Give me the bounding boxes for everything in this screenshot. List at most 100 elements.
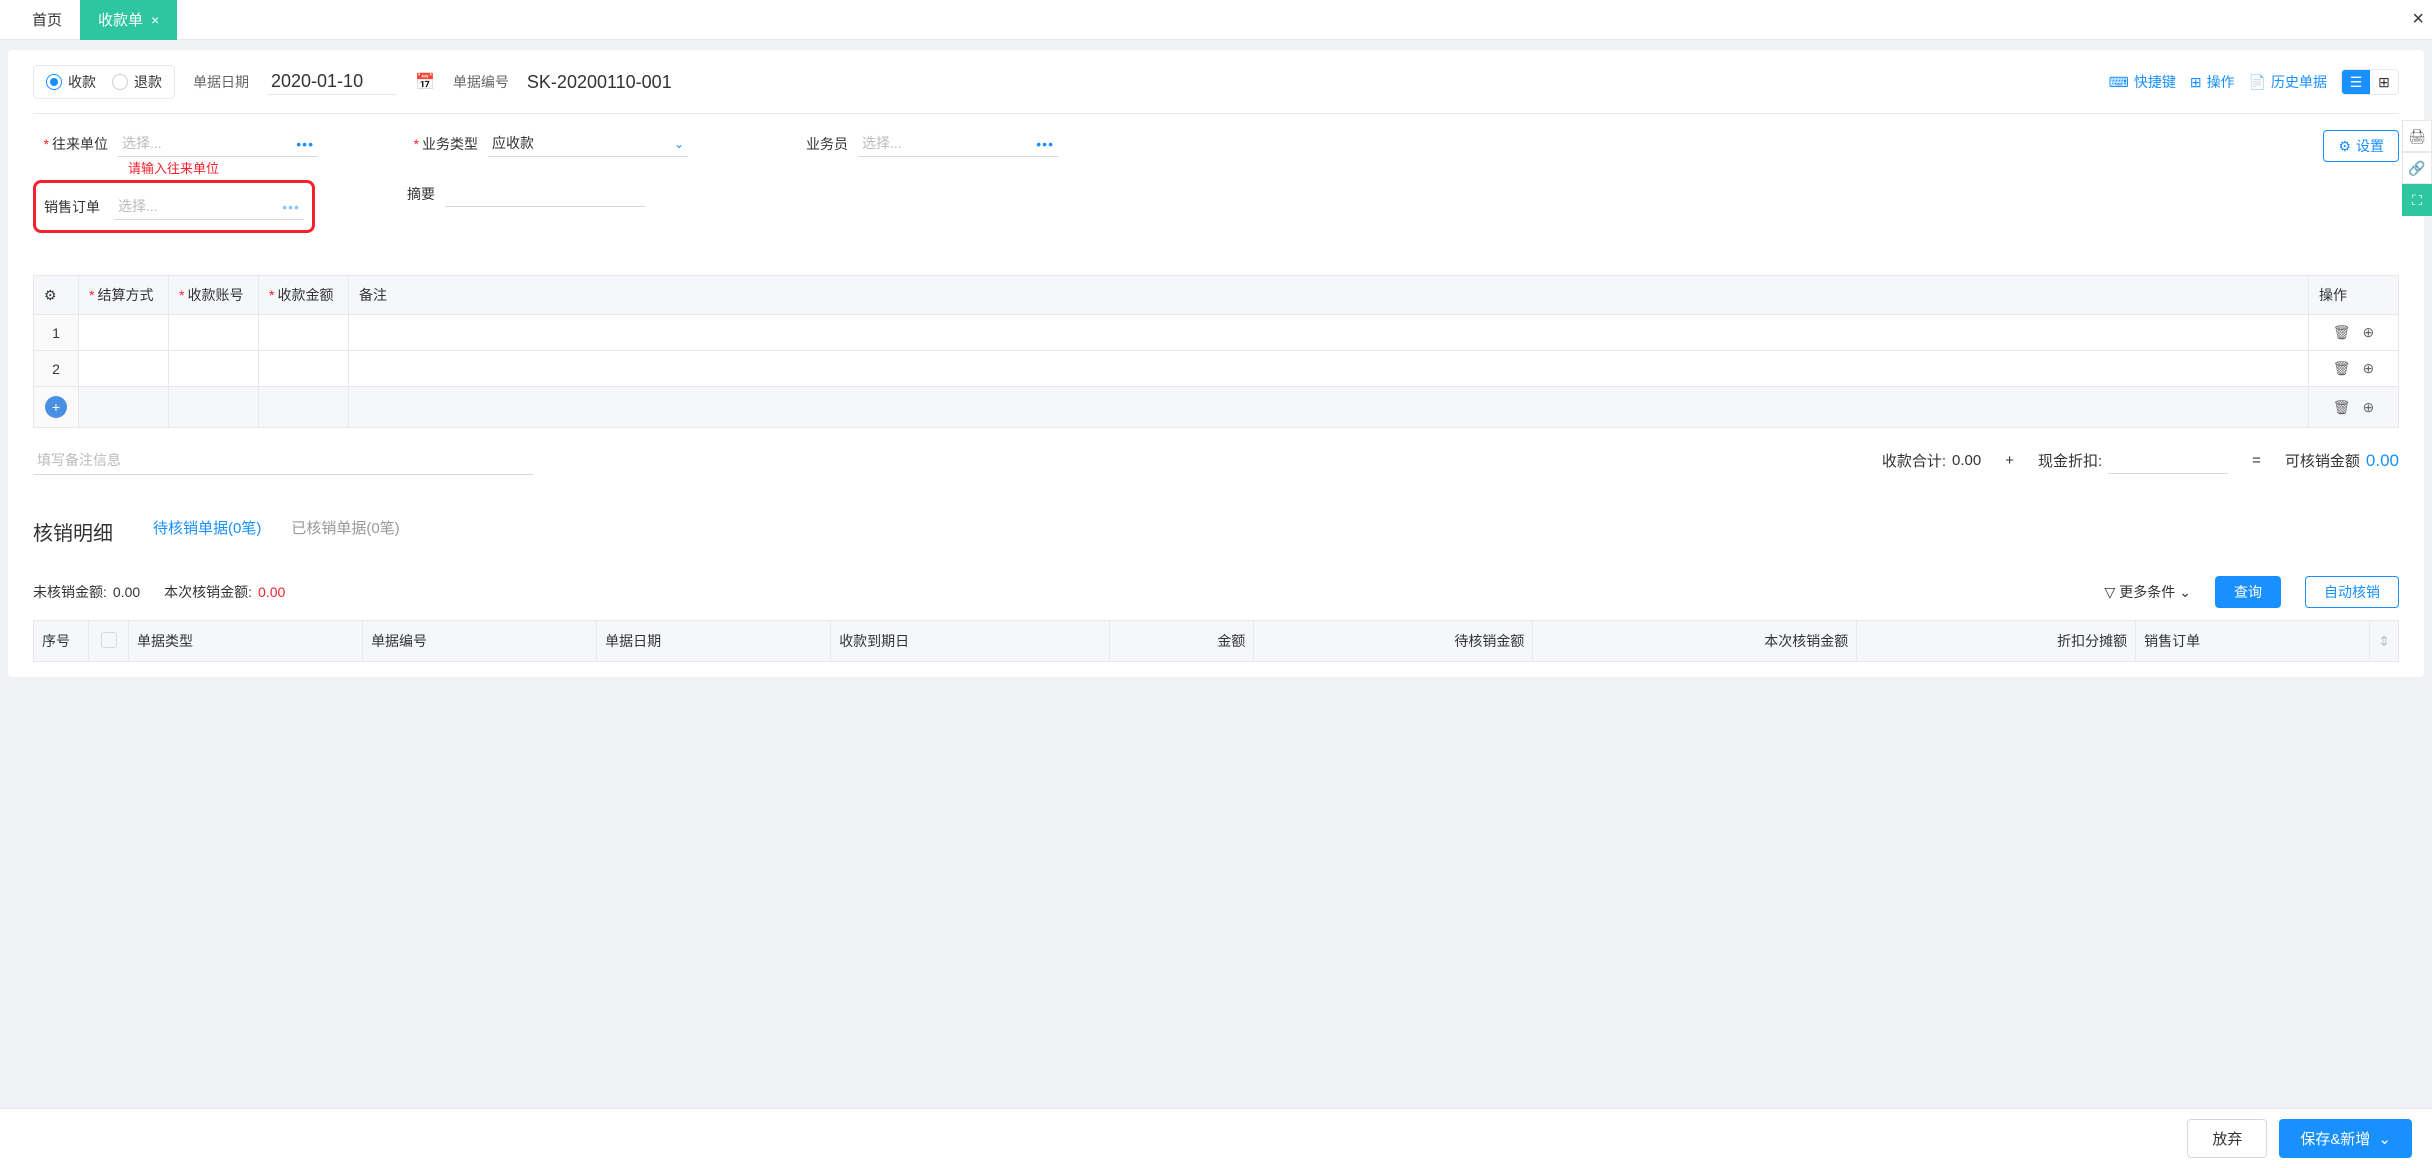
total-value: 0.00 bbox=[1952, 452, 1981, 469]
col-seq: 序号 bbox=[34, 621, 89, 662]
print-icon[interactable]: 🖨 bbox=[2402, 120, 2432, 152]
doc-date-label: 单据日期 bbox=[193, 72, 249, 92]
radio-refund[interactable]: 退款 bbox=[112, 72, 162, 92]
discount-label: 现金折扣: bbox=[2038, 450, 2102, 471]
biz-type-input[interactable] bbox=[488, 130, 688, 157]
keyboard-icon: ⌨ bbox=[2109, 74, 2129, 91]
doc-num-value: SK-20200110-001 bbox=[527, 72, 672, 93]
verify-table: 序号 单据类型 单据编号 单据日期 收款到期日 金额 待核销金额 本次核销金额 … bbox=[33, 620, 2399, 662]
expand-icon[interactable]: ⛶ bbox=[2402, 184, 2432, 216]
query-button[interactable]: 查询 bbox=[2215, 576, 2281, 608]
col-doc-date: 单据日期 bbox=[597, 621, 831, 662]
col-remark: 备注 bbox=[349, 276, 2309, 315]
remark-input[interactable] bbox=[33, 446, 533, 475]
more-icon[interactable]: ••• bbox=[296, 136, 314, 152]
footer: 放弃 保存&新增 ⌄ bbox=[0, 1108, 2432, 1168]
col-due-date: 收款到期日 bbox=[831, 621, 1110, 662]
auto-verify-button[interactable]: 自动核销 bbox=[2305, 576, 2399, 608]
summary-input[interactable] bbox=[445, 180, 645, 207]
col-action: 操作 bbox=[2309, 276, 2399, 315]
radio-icon bbox=[112, 74, 128, 90]
add-icon[interactable]: ⊕ bbox=[2362, 324, 2374, 340]
salesperson-label: 业务员 bbox=[773, 134, 858, 154]
table-row[interactable]: 1 🗑 ⊕ bbox=[34, 315, 2399, 351]
gear-icon: ⚙ bbox=[2338, 138, 2351, 155]
type-radio-group: 收款 退款 bbox=[33, 65, 175, 99]
table-row-add: + 🗑 ⊕ bbox=[34, 387, 2399, 428]
col-this-amount: 本次核销金额 bbox=[1533, 621, 1857, 662]
col-pending: 待核销金额 bbox=[1254, 621, 1533, 662]
sales-order-input[interactable] bbox=[114, 193, 304, 220]
more-icon[interactable]: ••• bbox=[282, 199, 300, 215]
col-account: 收款账号 bbox=[187, 287, 243, 303]
add-icon[interactable]: ⊕ bbox=[2362, 399, 2374, 415]
radio-receipt[interactable]: 收款 bbox=[46, 72, 96, 92]
tab-home[interactable]: 首页 bbox=[14, 0, 80, 40]
chevron-down-icon: ⌄ bbox=[2378, 1130, 2391, 1148]
sales-order-highlight: 销售订单 ••• bbox=[33, 180, 315, 233]
verify-tab-pending[interactable]: 待核销单据(0笔) bbox=[153, 517, 261, 538]
col-sales-order: 销售订单 bbox=[2136, 621, 2370, 662]
sort-icon[interactable]: ⇕ bbox=[2378, 633, 2390, 649]
shortcuts-button[interactable]: ⌨ 快捷键 bbox=[2109, 72, 2176, 92]
verify-tab-done[interactable]: 已核销单据(0笔) bbox=[291, 517, 399, 538]
header-row: 收款 退款 单据日期 2020-01-10 📅 单据编号 SK-20200110… bbox=[33, 65, 2399, 114]
discount-input[interactable] bbox=[2108, 447, 2228, 474]
col-doc-num: 单据编号 bbox=[363, 621, 597, 662]
doc-num-label: 单据编号 bbox=[453, 72, 509, 92]
table-row[interactable]: 2 🗑 ⊕ bbox=[34, 351, 2399, 387]
partner-error: 请输入往来单位 bbox=[128, 158, 219, 177]
operations-button[interactable]: ⊞ 操作 bbox=[2190, 72, 2235, 92]
salesperson-input[interactable] bbox=[858, 130, 1058, 157]
writeoff-value: 0.00 bbox=[2366, 451, 2399, 471]
view-list-button[interactable]: ☰ bbox=[2342, 70, 2370, 94]
calendar-icon[interactable]: 📅 bbox=[415, 72, 435, 92]
partner-label: *往来单位 bbox=[33, 134, 118, 154]
more-conditions[interactable]: ▽ 更多条件 ⌄ bbox=[2104, 582, 2191, 602]
add-row-button[interactable]: + bbox=[45, 396, 67, 418]
col-amount: 金额 bbox=[1110, 621, 1254, 662]
col-doc-type: 单据类型 bbox=[129, 621, 363, 662]
select-all-checkbox[interactable] bbox=[101, 632, 117, 648]
attachment-icon[interactable]: 🔗 bbox=[2402, 152, 2432, 184]
receipt-table: ⚙ *结算方式 *收款账号 *收款金额 备注 操作 1 🗑 ⊕ bbox=[33, 275, 2399, 428]
unwrite-value: 0.00 bbox=[113, 584, 140, 600]
filter-icon: ▽ bbox=[2104, 584, 2115, 601]
close-all-icon[interactable]: × bbox=[2412, 8, 2424, 31]
gear-icon[interactable]: ⚙ bbox=[44, 287, 57, 303]
chevron-down-icon[interactable]: ⌄ bbox=[674, 137, 684, 151]
doc-date-value[interactable]: 2020-01-10 bbox=[267, 69, 397, 95]
biz-type-label: *业务类型 bbox=[403, 134, 488, 154]
history-button[interactable]: 📄 历史单据 bbox=[2249, 72, 2327, 92]
radio-label: 退款 bbox=[134, 72, 162, 92]
radio-label: 收款 bbox=[68, 72, 96, 92]
summary-label: 摘要 bbox=[385, 184, 445, 204]
more-icon[interactable]: ••• bbox=[1036, 136, 1054, 152]
delete-icon[interactable]: 🗑 bbox=[2333, 399, 2351, 415]
writeoff-label: 可核销金额 bbox=[2285, 450, 2360, 471]
tab-receipt[interactable]: 收款单 × bbox=[80, 0, 177, 40]
view-grid-button[interactable]: ⊞ bbox=[2370, 70, 2398, 94]
col-amount: 收款金额 bbox=[277, 287, 333, 303]
tab-bar: 首页 收款单 × × bbox=[0, 0, 2432, 40]
side-toolbar: 🖨 🔗 ⛶ bbox=[2402, 120, 2432, 216]
settings-button[interactable]: ⚙ 设置 bbox=[2323, 130, 2399, 162]
col-discount: 折扣分摊额 bbox=[1857, 621, 2136, 662]
view-toggle: ☰ ⊞ bbox=[2341, 69, 2399, 95]
sales-order-label: 销售订单 bbox=[44, 197, 114, 217]
save-button[interactable]: 保存&新增 ⌄ bbox=[2279, 1119, 2412, 1158]
chevron-down-icon: ⌄ bbox=[2179, 584, 2191, 601]
cancel-button[interactable]: 放弃 bbox=[2187, 1119, 2267, 1158]
delete-icon[interactable]: 🗑 bbox=[2333, 324, 2351, 340]
delete-icon[interactable]: 🗑 bbox=[2333, 360, 2351, 376]
this-write-label: 本次核销金额: bbox=[164, 582, 252, 602]
partner-input[interactable] bbox=[118, 130, 318, 157]
add-icon[interactable]: ⊕ bbox=[2362, 360, 2374, 376]
unwrite-label: 未核销金额: bbox=[33, 582, 107, 602]
summary-row: 收款合计: 0.00 + 现金折扣: = 可核销金额 0.00 bbox=[33, 428, 2399, 493]
radio-icon bbox=[46, 74, 62, 90]
close-icon[interactable]: × bbox=[151, 12, 159, 28]
col-settlement: 结算方式 bbox=[97, 287, 153, 303]
this-write-value: 0.00 bbox=[258, 584, 285, 600]
tab-label: 收款单 bbox=[98, 9, 143, 30]
